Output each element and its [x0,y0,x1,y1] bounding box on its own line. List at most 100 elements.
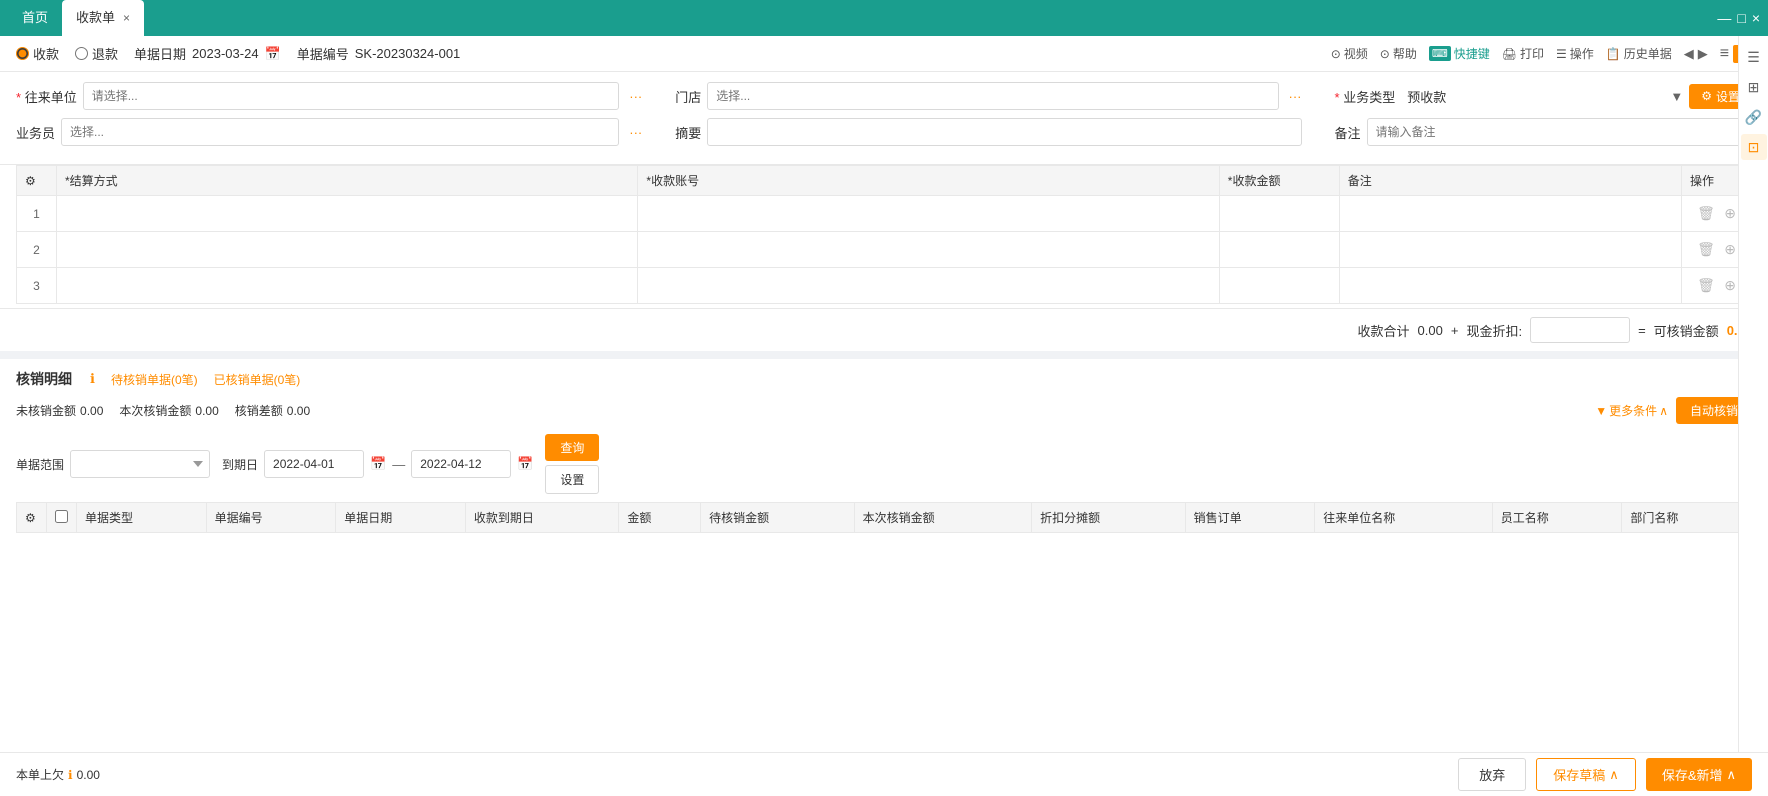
sidebar-icon-1[interactable]: ☰ [1741,44,1767,70]
close-btn[interactable]: × [1752,10,1760,26]
radio-shoukuan[interactable]: 收款 [16,44,59,63]
calendar-to-icon[interactable]: 📅 [517,456,533,472]
counterpart-more-btn[interactable]: ··· [629,89,642,104]
copy-icon-3[interactable]: ⊕ [1724,277,1736,293]
more-conditions-btn[interactable]: ▼ 更多条件 ∧ [1595,402,1668,419]
video-btn[interactable]: ⊙ 视频 [1331,45,1368,62]
copy-icon-1[interactable]: ⊕ [1724,205,1736,221]
table-row: 2 🗑 ⊕ [17,232,1752,268]
tab-active[interactable]: 收款单 × [62,0,144,36]
done-tab[interactable]: 已核销单据(0笔) [214,371,301,388]
staff-more-btn[interactable]: ··· [629,125,642,140]
abandon-btn[interactable]: 放弃 [1458,758,1526,791]
save-draft-btn[interactable]: 保存草稿 ∧ [1536,758,1636,791]
date-from-input[interactable] [264,450,364,478]
th-staff: 员工名称 [1492,503,1622,533]
copy-icon-2[interactable]: ⊕ [1724,241,1736,257]
th-gear[interactable]: ⚙ [17,503,47,533]
prev-arrow[interactable]: ◀ [1684,46,1694,62]
account-cell-2[interactable] [638,232,1219,268]
minimize-btn[interactable]: — [1717,10,1731,26]
date-dash: — [392,457,405,472]
this-verif-label: 本次核销金额 [119,402,191,419]
list-view-icon[interactable]: ≡ [1720,45,1729,63]
col-amount-header: *收款金额 [1219,166,1339,196]
shop-input[interactable] [707,82,1278,110]
maximize-btn[interactable]: □ [1737,10,1745,26]
delete-icon-2[interactable]: 🗑 [1697,241,1715,257]
remark-cell-1[interactable] [1339,196,1681,232]
unverif-item: 未核销金额 0.00 [16,402,103,419]
amount-cell-2[interactable] [1219,232,1339,268]
delete-icon-3[interactable]: 🗑 [1697,277,1715,293]
delete-icon-1[interactable]: 🗑 [1697,205,1715,221]
th-type: 单据类型 [77,503,207,533]
settlement-cell-2[interactable] [57,232,638,268]
counterpart-input[interactable] [83,82,620,110]
diff-value: 0.00 [287,404,310,418]
th-serial: 单据编号 [206,503,336,533]
verif-header: 核销明细 ℹ 待核销单据(0笔) 已核销单据(0笔) [16,369,1752,389]
nav-arrows: ◀ ▶ [1684,46,1708,62]
shop-more-btn[interactable]: ··· [1289,89,1302,104]
discount-input[interactable] [1530,317,1630,343]
amount-cell-3[interactable] [1219,268,1339,304]
tab-bar: 首页 收款单 × — □ × [0,0,1768,36]
operation-icon: ☰ [1556,47,1567,61]
shortcut-btn[interactable]: ⌨ 快捷键 [1429,45,1490,62]
range-select[interactable] [70,450,210,478]
form-row-1: * 往来单位 ··· 门店 ··· * 业务类型 预收款 ▼ [16,82,1752,110]
table-gear-icon[interactable]: ⚙ [25,174,36,188]
settlement-cell-3[interactable] [57,268,638,304]
th-this: 本次核销金额 [854,503,1031,533]
date-to-input[interactable] [411,450,511,478]
diff-label: 核销差额 [235,402,283,419]
sidebar-icon-4[interactable]: ⊡ [1741,134,1767,160]
help-btn[interactable]: ⊙ 帮助 [1380,45,1417,62]
plus-sign: + [1451,323,1459,338]
remark-input[interactable] [1367,118,1752,146]
amount-cell-1[interactable] [1219,196,1339,232]
tab-close-icon[interactable]: × [123,0,130,36]
date-label: 单据日期 [134,44,186,63]
pending-tab[interactable]: 待核销单据(0笔) [111,371,198,388]
tab-label: 收款单 [76,0,115,36]
business-type-group: * 业务类型 预收款 ▼ ⚙ 设置 [1335,84,1753,109]
business-type-dropdown[interactable]: ▼ [1670,89,1683,104]
chevron-up-icon2: ∧ [1726,767,1736,783]
calendar-from-icon[interactable]: 📅 [370,456,386,472]
remark-cell-2[interactable] [1339,232,1681,268]
tab-home[interactable]: 首页 [8,0,62,36]
remark-cell-3[interactable] [1339,268,1681,304]
settlement-cell-1[interactable] [57,196,638,232]
history-btn[interactable]: 📋 历史单据 [1606,45,1672,62]
th-due: 收款到期日 [465,503,619,533]
set-btn[interactable]: 设置 [545,465,599,494]
radio-tuikuan[interactable]: 退款 [75,44,118,63]
sidebar-icon-3[interactable]: 🔗 [1741,104,1767,130]
account-cell-3[interactable] [638,268,1219,304]
summary-group: 摘要 [675,118,1301,146]
verif-info-icon[interactable]: ℹ [90,371,95,387]
bottom-actions: 放弃 保存草稿 ∧ 保存&新增 ∧ [1458,758,1752,791]
summary-input[interactable] [707,118,1301,146]
business-type-label: * 业务类型 [1335,87,1396,106]
account-cell-1[interactable] [638,196,1219,232]
th-pending: 待核销金额 [701,503,855,533]
sidebar-icon-2[interactable]: ⊞ [1741,74,1767,100]
calendar-icon[interactable]: 📅 [265,46,281,62]
verif-stats: 未核销金额 0.00 本次核销金额 0.00 核销差额 0.00 ▼ 更多条件 … [16,397,1752,424]
info-icon[interactable]: ℹ [68,768,73,782]
history-icon: 📋 [1606,47,1621,61]
staff-input[interactable] [61,118,619,146]
remark-label: 备注 [1335,123,1361,142]
operation-btn[interactable]: ☰ 操作 [1556,45,1594,62]
equals-sign: = [1638,323,1646,338]
save-new-btn[interactable]: 保存&新增 ∧ [1646,758,1752,791]
print-btn[interactable]: 🖨 打印 [1502,45,1544,62]
query-btn[interactable]: 查询 [545,434,599,461]
next-arrow[interactable]: ▶ [1698,46,1708,62]
window-controls: — □ × [1717,10,1760,26]
select-all-checkbox[interactable] [55,510,68,523]
table-row: 3 🗑 ⊕ [17,268,1752,304]
